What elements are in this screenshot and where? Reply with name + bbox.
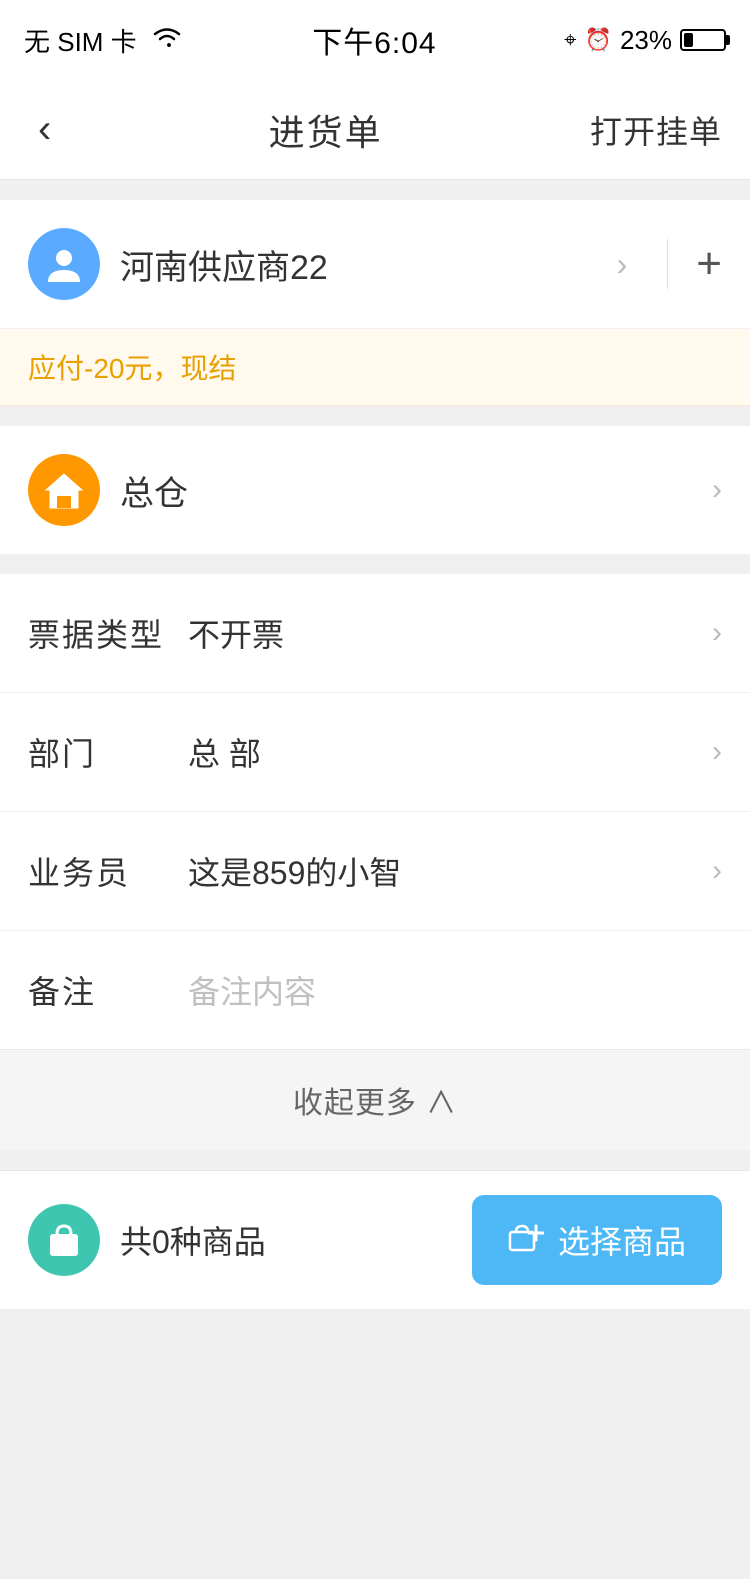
collapse-button[interactable]: 收起更多 ∧ [0, 1049, 750, 1150]
add-supplier-button[interactable]: + [696, 239, 722, 289]
product-count: 共0种商品 [120, 1217, 472, 1263]
alarm-icon: ⏰ [585, 27, 612, 53]
battery-icon [680, 29, 726, 51]
page-background [0, 1309, 750, 1579]
warehouse-icon [28, 454, 100, 526]
warehouse-chevron-icon: › [712, 473, 722, 507]
supplier-avatar [28, 228, 100, 300]
warehouse-name: 总仓 [120, 466, 712, 515]
select-product-label: 选择商品 [558, 1217, 686, 1263]
notice-text: 应付-20元，现结 [28, 353, 236, 384]
cart-plus-icon [508, 1222, 544, 1258]
collapse-label: 收起更多 ∧ [293, 1087, 457, 1120]
supplier-row[interactable]: 河南供应商22 › + [0, 200, 750, 329]
status-right: ⌖ ⏰ 23% [564, 25, 726, 56]
page-title: 进货单 [269, 104, 383, 156]
staff-value: 这是859的小智 [168, 848, 712, 894]
department-row[interactable]: 部门 总 部 › [0, 693, 750, 812]
bottom-bar: 共0种商品 选择商品 [0, 1170, 750, 1309]
carrier-label: 无 SIM 卡 [24, 22, 137, 59]
status-left: 无 SIM 卡 [24, 22, 185, 59]
invoice-chevron-icon: › [712, 616, 722, 650]
remark-input[interactable]: 备注内容 [168, 967, 722, 1013]
supplier-section: 河南供应商22 › + 应付-20元，现结 [0, 200, 750, 406]
staff-row[interactable]: 业务员 这是859的小智 › [0, 812, 750, 931]
invoice-type-row[interactable]: 票据类型 不开票 › [0, 574, 750, 693]
status-bar: 无 SIM 卡 下午6:04 ⌖ ⏰ 23% [0, 0, 750, 80]
wifi-icon [149, 23, 185, 58]
section-gap-2 [0, 406, 750, 426]
staff-chevron-icon: › [712, 854, 722, 888]
location-icon: ⌖ [564, 27, 576, 53]
status-time: 下午6:04 [312, 18, 436, 62]
product-icon [28, 1204, 100, 1276]
notice-bar: 应付-20元，现结 [0, 329, 750, 406]
form-section: 票据类型 不开票 › 部门 总 部 › 业务员 这是859的小智 › 备注 备注… [0, 574, 750, 1049]
dept-chevron-icon: › [712, 735, 722, 769]
remark-row[interactable]: 备注 备注内容 [0, 931, 750, 1049]
invoice-label: 票据类型 [28, 610, 168, 656]
back-button[interactable]: ‹ [28, 97, 61, 162]
section-gap-4 [0, 1150, 750, 1170]
vertical-divider [667, 239, 668, 289]
remark-label: 备注 [28, 967, 168, 1013]
dept-label: 部门 [28, 729, 168, 775]
select-product-button[interactable]: 选择商品 [472, 1195, 722, 1285]
staff-label: 业务员 [28, 848, 168, 894]
dept-value: 总 部 [168, 729, 712, 775]
supplier-chevron-icon: › [617, 246, 628, 283]
invoice-value: 不开票 [168, 610, 712, 656]
nav-bar: ‹ 进货单 打开挂单 [0, 80, 750, 180]
section-gap-3 [0, 554, 750, 574]
battery-percent: 23% [620, 25, 672, 56]
warehouse-section[interactable]: 总仓 › [0, 426, 750, 554]
section-gap-1 [0, 180, 750, 200]
supplier-name: 河南供应商22 [120, 240, 617, 289]
open-pending-button[interactable]: 打开挂单 [590, 107, 722, 153]
warehouse-row[interactable]: 总仓 › [0, 426, 750, 554]
